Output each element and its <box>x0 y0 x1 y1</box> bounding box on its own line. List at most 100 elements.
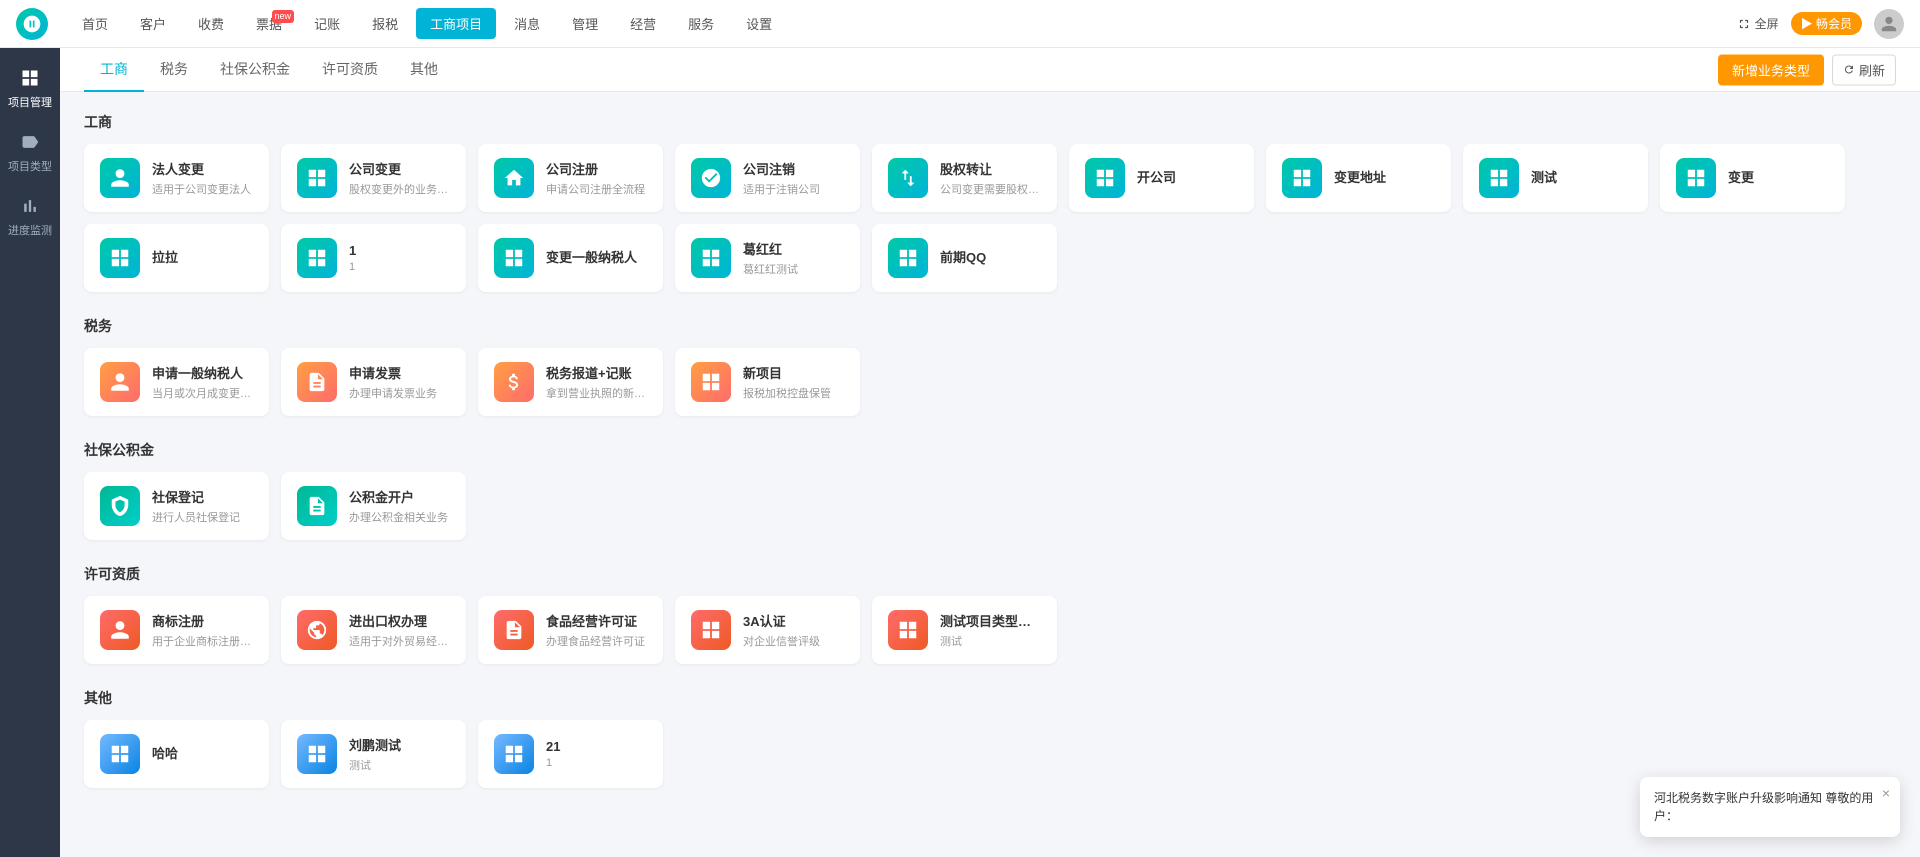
card-import-export[interactable]: 进出口权办理 适用于对外贸易经营者 <box>281 596 466 664</box>
nav-manage[interactable]: 管理 <box>558 8 612 39</box>
card-test-type[interactable]: 测试项目类型目定义 测试 <box>872 596 1057 664</box>
card-icon-company-change <box>297 158 337 198</box>
section-permit: 许可资质 商标注册 用于企业商标注册服务 进出口权 <box>84 564 1896 664</box>
top-nav: 首页 客户 收费 票据 new 记账 报税 工商项目 消息 管理 经营 服务 设… <box>0 0 1920 48</box>
card-desc: 进行人员社保登记 <box>152 509 253 525</box>
card-icon-apply-taxpayer <box>100 362 140 402</box>
card-haha[interactable]: 哈哈 <box>84 720 269 788</box>
card-name: 进出口权办理 <box>349 611 450 630</box>
card-name: 哈哈 <box>152 743 253 762</box>
section-tax: 税务 申请一般纳税人 当月或次月成变更完成 申请发 <box>84 316 1896 416</box>
tab-biz[interactable]: 工商 <box>84 48 144 92</box>
nav-accounting[interactable]: 记账 <box>300 8 354 39</box>
card-icon-fund-open <box>297 486 337 526</box>
tax-card-grid: 申请一般纳税人 当月或次月成变更完成 申请发票 办理申请发票业务 <box>84 348 1896 416</box>
card-info-change-taxpayer: 变更一般纳税人 <box>546 247 647 269</box>
nav-billing[interactable]: 收费 <box>184 8 238 39</box>
fullscreen-btn[interactable]: 全屏 <box>1737 15 1779 32</box>
card-name: 变更地址 <box>1334 167 1435 186</box>
nav-right: 全屏 ▶ 畅会员 <box>1737 9 1904 39</box>
card-liupeng-test[interactable]: 刘鹏测试 测试 <box>281 720 466 788</box>
vip-btn[interactable]: ▶ 畅会员 <box>1791 12 1862 35</box>
card-name: 变更一般纳税人 <box>546 247 647 266</box>
card-social-register[interactable]: 社保登记 进行人员社保登记 <box>84 472 269 540</box>
sidebar-item-project-type[interactable]: 项目类型 <box>0 120 60 184</box>
card-name: 公司注销 <box>743 159 844 178</box>
card-icon-num1 <box>297 238 337 278</box>
card-tax-report[interactable]: 税务报道+记账 拿到营业执照的新公司 <box>478 348 663 416</box>
card-food-permit[interactable]: 食品经营许可证 办理食品经营许可证 <box>478 596 663 664</box>
card-test[interactable]: 测试 <box>1463 144 1648 212</box>
card-info-apply-taxpayer: 申请一般纳税人 当月或次月成变更完成 <box>152 363 253 401</box>
card-name: 测试 <box>1531 167 1632 186</box>
card-name: 新项目 <box>743 363 844 382</box>
card-name: 社保登记 <box>152 487 253 506</box>
card-info-import-export: 进出口权办理 适用于对外贸易经营者 <box>349 611 450 649</box>
card-change[interactable]: 变更 <box>1660 144 1845 212</box>
card-3a-cert[interactable]: 3A认证 对企业信誉评级 <box>675 596 860 664</box>
card-num21[interactable]: 21 1 <box>478 720 663 788</box>
card-info-test-type: 测试项目类型目定义 测试 <box>940 611 1041 649</box>
card-desc: 当月或次月成变更完成 <box>152 385 253 401</box>
card-info-fund-open: 公积金开户 办理公积金相关业务 <box>349 487 450 525</box>
other-card-grid: 哈哈 刘鹏测试 测试 <box>84 720 1896 788</box>
card-icon-prev-qq <box>888 238 928 278</box>
card-icon-haha <box>100 734 140 774</box>
card-apply-taxpayer[interactable]: 申请一般纳税人 当月或次月成变更完成 <box>84 348 269 416</box>
refresh-button[interactable]: 刷新 <box>1832 54 1896 85</box>
user-avatar[interactable] <box>1874 9 1904 39</box>
card-equity-transfer[interactable]: 股权转让 公司变更需要股权转让 <box>872 144 1057 212</box>
nav-message[interactable]: 消息 <box>500 8 554 39</box>
nav-operation[interactable]: 经营 <box>616 8 670 39</box>
card-open-company[interactable]: 开公司 <box>1069 144 1254 212</box>
card-prev-qq[interactable]: 前期QQ <box>872 224 1057 292</box>
nav-home[interactable]: 首页 <box>68 8 122 39</box>
nav-bizproject[interactable]: 工商项目 <box>416 8 496 39</box>
card-trademark[interactable]: 商标注册 用于企业商标注册服务 <box>84 596 269 664</box>
refresh-icon <box>1843 64 1855 76</box>
card-info-lala: 拉拉 <box>152 247 253 269</box>
card-info-food-permit: 食品经营许可证 办理食品经营许可证 <box>546 611 647 649</box>
card-name: 申请发票 <box>349 363 450 382</box>
card-desc: 适用于对外贸易经营者 <box>349 633 450 649</box>
tab-social[interactable]: 社保公积金 <box>204 48 306 92</box>
card-gehonghong[interactable]: 葛红红 葛红红测试 <box>675 224 860 292</box>
nav-menu: 首页 客户 收费 票据 new 记账 报税 工商项目 消息 管理 经营 服务 设… <box>68 8 1737 39</box>
card-company-cancel[interactable]: 公司注销 适用于注销公司 <box>675 144 860 212</box>
card-name: 股权转让 <box>940 159 1041 178</box>
card-name: 开公司 <box>1137 167 1238 186</box>
new-type-button[interactable]: 新增业务类型 <box>1718 54 1824 85</box>
card-num1[interactable]: 1 1 <box>281 224 466 292</box>
card-company-change[interactable]: 公司变更 股权变更外的业务变更 <box>281 144 466 212</box>
card-desc: 公司变更需要股权转让 <box>940 181 1041 197</box>
card-icon-3a-cert <box>691 610 731 650</box>
card-new-project[interactable]: 新项目 报税加税控盘保管 <box>675 348 860 416</box>
card-info-haha: 哈哈 <box>152 743 253 765</box>
tab-tax[interactable]: 税务 <box>144 48 204 92</box>
card-legal-change[interactable]: 法人变更 适用于公司变更法人 <box>84 144 269 212</box>
card-change-taxpayer[interactable]: 变更一般纳税人 <box>478 224 663 292</box>
card-change-address[interactable]: 变更地址 <box>1266 144 1451 212</box>
card-lala[interactable]: 拉拉 <box>84 224 269 292</box>
tab-bar: 工商 税务 社保公积金 许可资质 其他 新增业务类型 刷新 <box>60 48 1920 92</box>
card-desc: 1 <box>349 261 450 273</box>
card-apply-invoice[interactable]: 申请发票 办理申请发票业务 <box>281 348 466 416</box>
nav-invoice[interactable]: 票据 new <box>242 8 296 39</box>
card-desc: 1 <box>546 757 647 769</box>
card-icon-change <box>1676 158 1716 198</box>
tab-permit[interactable]: 许可资质 <box>306 48 394 92</box>
card-company-register[interactable]: 公司注册 申请公司注册全流程 <box>478 144 663 212</box>
card-info-3a-cert: 3A认证 对企业信誉评级 <box>743 611 844 649</box>
card-desc: 办理食品经营许可证 <box>546 633 647 649</box>
notification-close-btn[interactable]: × <box>1882 785 1890 801</box>
nav-settings[interactable]: 设置 <box>732 8 786 39</box>
card-info-trademark: 商标注册 用于企业商标注册服务 <box>152 611 253 649</box>
card-fund-open[interactable]: 公积金开户 办理公积金相关业务 <box>281 472 466 540</box>
sidebar-item-progress[interactable]: 进度监测 <box>0 184 60 248</box>
sidebar-item-project-manage[interactable]: 项目管理 <box>0 56 60 120</box>
tab-other[interactable]: 其他 <box>394 48 454 92</box>
nav-service[interactable]: 服务 <box>674 8 728 39</box>
nav-tax[interactable]: 报税 <box>358 8 412 39</box>
nav-customer[interactable]: 客户 <box>126 8 180 39</box>
card-icon-equity-transfer <box>888 158 928 198</box>
